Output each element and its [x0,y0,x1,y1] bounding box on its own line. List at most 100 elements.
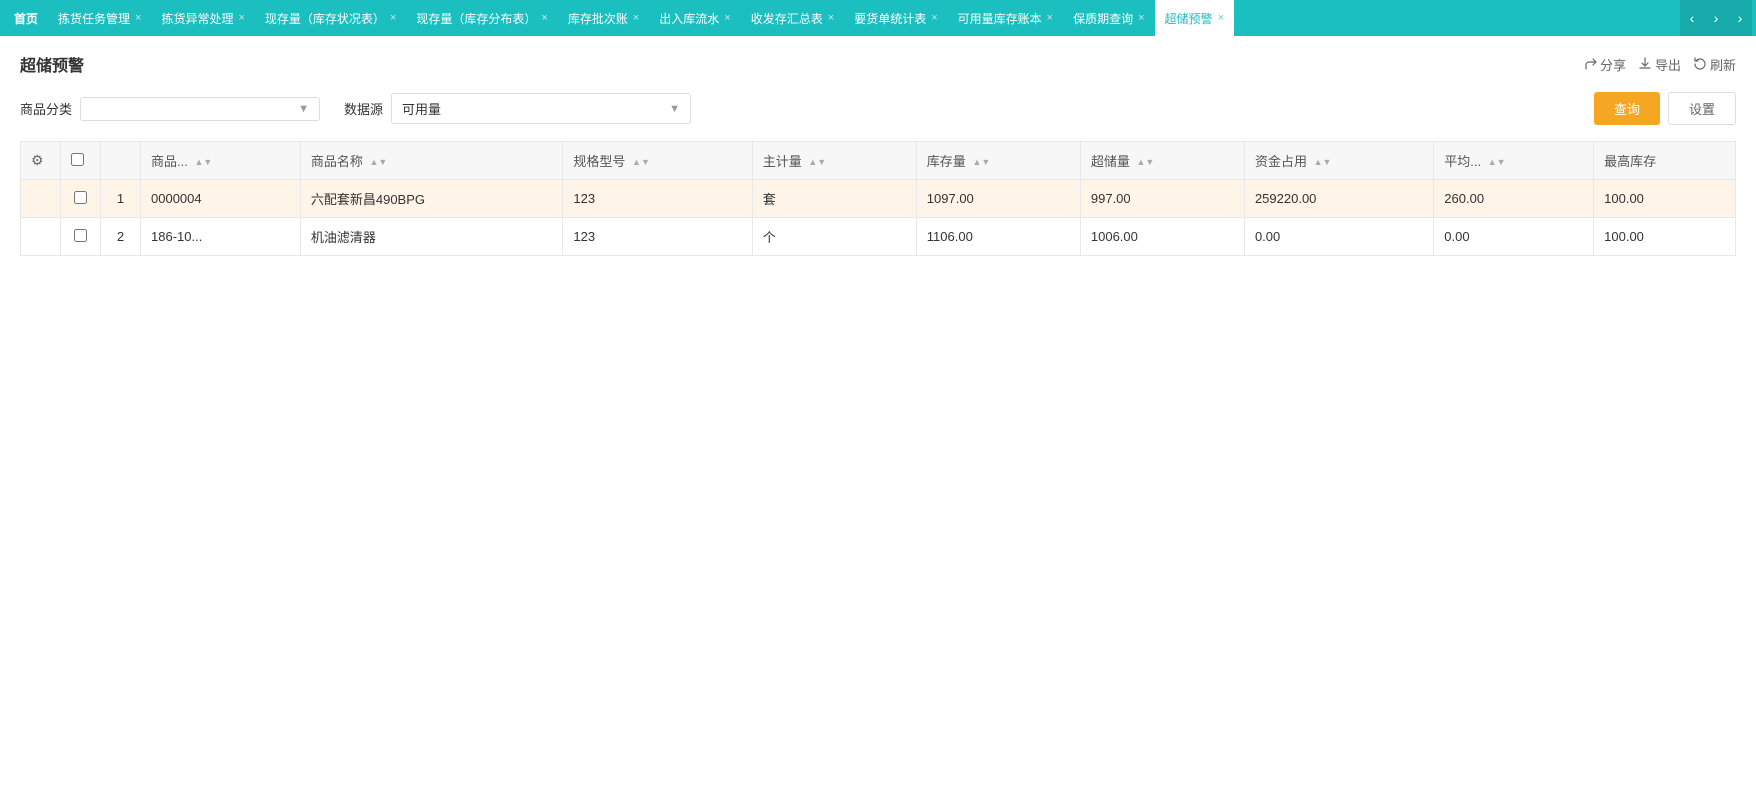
nav-overstock-warning[interactable]: 超储预警 × [1155,0,1234,36]
cell-capital-0: 259220.00 [1244,180,1433,218]
close-collect-summary[interactable]: × [828,12,834,24]
nav-batch-ledger[interactable]: 库存批次账 × [558,0,649,36]
cell-product-name-1: 机油滤清器 [300,218,563,256]
cell-avg-1: 0.00 [1434,218,1594,256]
close-overstock-warning[interactable]: × [1218,12,1224,24]
cell-spec-1: 123 [563,218,752,256]
th-product-name: 商品名称 ▲▼ [300,142,563,180]
nav-order-stats[interactable]: 要货单统计表 × [844,0,947,36]
sort-product-name-icon[interactable]: ▲▼ [370,158,388,167]
nav-collect-summary[interactable]: 收发存汇总表 × [741,0,844,36]
close-exception[interactable]: × [238,12,244,24]
nav-arrows: ‹ › › [1680,0,1752,36]
datasource-select[interactable]: 可用量 ▼ [391,93,691,124]
nav-prev-button[interactable]: ‹ [1680,0,1704,36]
sort-inventory-icon[interactable]: ▲▼ [972,158,990,167]
nav-exception[interactable]: 拣货异常处理 × [151,0,254,36]
cell-unit-0: 套 [752,180,916,218]
cell-max-stock-0: 100.00 [1594,180,1736,218]
cell-checkbox-0 [61,180,101,218]
close-available-ledger[interactable]: × [1047,12,1053,24]
nav-shelf-life[interactable]: 保质期查询 × [1063,0,1154,36]
close-order-stats[interactable]: × [931,12,937,24]
sort-capital-icon[interactable]: ▲▼ [1314,158,1332,167]
close-task-mgmt[interactable]: × [135,12,141,24]
cell-product-code-0: 0000004 [141,180,301,218]
refresh-button[interactable]: 刷新 [1693,55,1736,74]
nav-more-button[interactable]: › [1728,0,1752,36]
th-overstock: 超储量 ▲▼ [1080,142,1244,180]
nav-inventory-status[interactable]: 现存量（库存状况表） × [255,0,406,36]
th-unit: 主计量 ▲▼ [752,142,916,180]
select-all-checkbox[interactable] [71,153,84,166]
cell-avg-0: 260.00 [1434,180,1594,218]
category-filter-group: 商品分类 ▼ [20,97,320,121]
th-max-stock: 最高库存 [1594,142,1736,180]
gear-icon[interactable]: ⚙ [31,152,44,168]
filter-actions: 查询 设置 [1594,92,1736,125]
export-icon [1638,57,1652,71]
th-gear: ⚙ [21,142,61,180]
cell-gear-1 [21,218,61,256]
nav-home[interactable]: 首页 [4,0,48,36]
th-spec: 规格型号 ▲▼ [563,142,752,180]
close-batch-ledger[interactable]: × [633,12,639,24]
cell-no-1: 2 [101,218,141,256]
close-in-out-flow[interactable]: × [724,12,730,24]
cell-checkbox-1 [61,218,101,256]
cell-gear-0 [21,180,61,218]
cell-product-code-1: 186-10... [141,218,301,256]
cell-capital-1: 0.00 [1244,218,1433,256]
query-button[interactable]: 查询 [1594,92,1660,125]
page-title: 超储预警 [20,52,84,76]
table-header-row: ⚙ 商品... ▲▼ 商品名称 ▲▼ 规格型号 ▲▼ [21,142,1736,180]
top-nav: 首页 拣货任务管理 × 拣货异常处理 × 现存量（库存状况表） × 现存量（库存… [0,0,1756,36]
cell-spec-0: 123 [563,180,752,218]
cell-overstock-0: 997.00 [1080,180,1244,218]
settings-button[interactable]: 设置 [1668,92,1736,125]
th-inventory: 库存量 ▲▼ [916,142,1080,180]
th-no [101,142,141,180]
th-product-code: 商品... ▲▼ [141,142,301,180]
export-button[interactable]: 导出 [1638,55,1681,74]
page-content: 超储预警 分享 导出 刷新 商品 [0,36,1756,800]
row-checkbox-0[interactable] [74,191,87,204]
header-actions: 分享 导出 刷新 [1583,55,1736,74]
sort-spec-icon[interactable]: ▲▼ [632,158,650,167]
sort-overstock-icon[interactable]: ▲▼ [1137,158,1155,167]
close-inventory-dist[interactable]: × [541,12,547,24]
close-inventory-status[interactable]: × [390,12,396,24]
nav-inventory-dist[interactable]: 现存量（库存分布表） × [406,0,557,36]
share-icon [1583,57,1597,71]
close-shelf-life[interactable]: × [1138,12,1144,24]
cell-inventory-1: 1106.00 [916,218,1080,256]
table-row: 2 186-10... 机油滤清器 123 个 1106.00 1006.00 … [21,218,1736,256]
refresh-icon [1693,57,1707,71]
datasource-filter-group: 数据源 可用量 ▼ [344,93,691,124]
datasource-label: 数据源 [344,99,383,118]
category-chevron-icon: ▼ [298,103,309,115]
cell-product-name-0: 六配套新昌490BPG [300,180,563,218]
nav-available-ledger[interactable]: 可用量库存账本 × [948,0,1063,36]
datasource-chevron-icon: ▼ [669,103,680,115]
filter-row: 商品分类 ▼ 数据源 可用量 ▼ 查询 设置 [20,92,1736,125]
share-button[interactable]: 分享 [1583,55,1626,74]
nav-in-out-flow[interactable]: 出入库流水 × [649,0,740,36]
data-table: ⚙ 商品... ▲▼ 商品名称 ▲▼ 规格型号 ▲▼ [20,141,1736,256]
th-capital: 资金占用 ▲▼ [1244,142,1433,180]
cell-unit-1: 个 [752,218,916,256]
cell-overstock-1: 1006.00 [1080,218,1244,256]
sort-avg-icon[interactable]: ▲▼ [1488,158,1506,167]
nav-next-button[interactable]: › [1704,0,1728,36]
sort-product-code-icon[interactable]: ▲▼ [194,158,212,167]
nav-task-mgmt[interactable]: 拣货任务管理 × [48,0,151,36]
cell-max-stock-1: 100.00 [1594,218,1736,256]
table-row: 1 0000004 六配套新昌490BPG 123 套 1097.00 997.… [21,180,1736,218]
category-label: 商品分类 [20,99,72,118]
th-avg: 平均... ▲▼ [1434,142,1594,180]
category-select[interactable]: ▼ [80,97,320,121]
row-checkbox-1[interactable] [74,229,87,242]
page-header: 超储预警 分享 导出 刷新 [20,52,1736,76]
sort-unit-icon[interactable]: ▲▼ [808,158,826,167]
th-checkbox [61,142,101,180]
